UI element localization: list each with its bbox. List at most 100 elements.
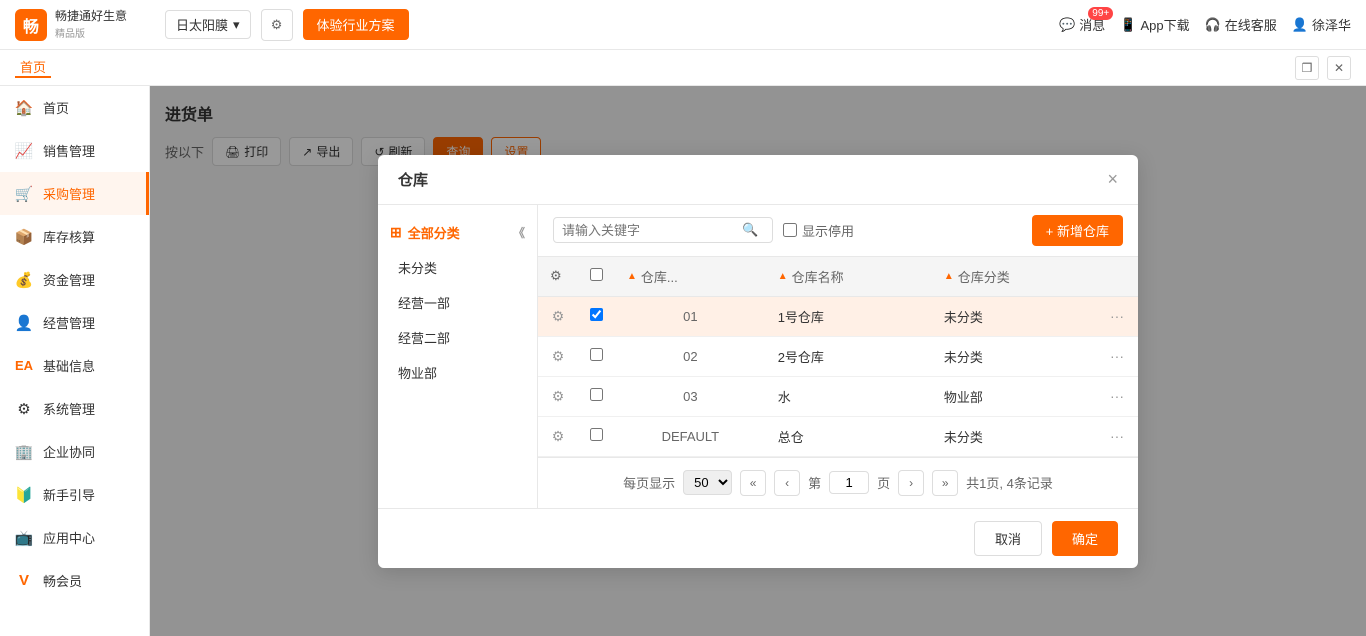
sidebar-label-basics: 基础信息 bbox=[43, 356, 95, 375]
row-checkbox-0[interactable] bbox=[578, 296, 615, 336]
th-gear: ⚙ bbox=[538, 257, 578, 297]
page-number-input[interactable] bbox=[829, 471, 869, 494]
sidebar-item-inventory[interactable]: 📦 库存核算 bbox=[0, 215, 149, 258]
cancel-button[interactable]: 取消 bbox=[974, 521, 1042, 556]
all-category-label: 全部分类 bbox=[408, 223, 460, 242]
notification-badge: 99+ bbox=[1088, 7, 1113, 20]
search-input[interactable] bbox=[562, 223, 742, 238]
confirm-button[interactable]: 确定 bbox=[1052, 521, 1118, 556]
prev-page-button[interactable]: ‹ bbox=[774, 470, 800, 496]
sub-nav: 首页 ❒ ✕ bbox=[0, 50, 1366, 86]
add-warehouse-button[interactable]: + 新增仓库 bbox=[1032, 215, 1123, 246]
trial-button[interactable]: 体验行业方案 bbox=[303, 9, 409, 40]
row-checkbox-1[interactable] bbox=[578, 336, 615, 376]
sub-nav-home[interactable]: 首页 bbox=[15, 57, 51, 78]
total-records-label: 共1页, 4条记录 bbox=[966, 473, 1053, 492]
row-category-0: 未分类 bbox=[932, 296, 1098, 336]
row-num-3: DEFAULT bbox=[615, 416, 766, 456]
next-page-button[interactable]: › bbox=[898, 470, 924, 496]
last-page-button[interactable]: » bbox=[932, 470, 958, 496]
logo-text: 畅捷通好生意 bbox=[55, 9, 127, 25]
enterprise-icon: 🏢 bbox=[15, 443, 33, 461]
row-more-3[interactable]: ··· bbox=[1098, 416, 1138, 456]
sidebar-label-purchase: 采购管理 bbox=[43, 184, 95, 203]
sidebar-item-member[interactable]: V 畅会员 bbox=[0, 559, 149, 602]
search-icon[interactable]: 🔍 bbox=[742, 222, 758, 238]
sort-icon-name: ▲ bbox=[778, 271, 788, 282]
sidebar-item-sales[interactable]: 📈 销售管理 bbox=[0, 129, 149, 172]
sidebar-item-home[interactable]: 🏠 首页 bbox=[0, 86, 149, 129]
warehouse-modal: 仓库 × ⊞ 全部分类 《 未分类 经营一部 经营二部 bbox=[378, 155, 1138, 568]
sidebar-item-operations[interactable]: 👤 经营管理 bbox=[0, 301, 149, 344]
modal-close-button[interactable]: × bbox=[1107, 169, 1118, 190]
sidebar-label-enterprise: 企业协同 bbox=[43, 442, 95, 461]
category-unclassified[interactable]: 未分类 bbox=[378, 250, 537, 285]
row-checkbox-3[interactable] bbox=[578, 416, 615, 456]
th-category: ▲ 仓库分类 bbox=[932, 257, 1098, 297]
category-ops2[interactable]: 经营二部 bbox=[378, 320, 537, 355]
close-button[interactable]: ✕ bbox=[1327, 56, 1351, 80]
store-selector[interactable]: 日太阳膜 ▾ bbox=[165, 10, 251, 39]
app-download-button[interactable]: 📱 App下载 bbox=[1120, 15, 1189, 34]
sidebar-item-purchase[interactable]: 🛒 采购管理 bbox=[0, 172, 149, 215]
purchase-icon: 🛒 bbox=[15, 185, 33, 203]
sidebar-label-member: 畅会员 bbox=[43, 571, 82, 590]
show-disabled-label: 显示停用 bbox=[802, 221, 854, 240]
page-size-label: 每页显示 bbox=[623, 473, 675, 492]
table-row[interactable]: ⚙ DEFAULT 总仓 未分类 ··· bbox=[538, 416, 1138, 456]
all-category-header[interactable]: ⊞ 全部分类 《 bbox=[378, 215, 537, 250]
sidebar-item-enterprise[interactable]: 🏢 企业协同 bbox=[0, 430, 149, 473]
settings-button[interactable]: ⚙ bbox=[261, 9, 293, 41]
row-gear-3[interactable]: ⚙ bbox=[538, 416, 578, 456]
header-middle: 日太阳膜 ▾ ⚙ 体验行业方案 bbox=[165, 9, 1059, 41]
sidebar-item-basics[interactable]: EA 基础信息 bbox=[0, 344, 149, 387]
sidebar-item-system[interactable]: ⚙ 系统管理 bbox=[0, 387, 149, 430]
headset-icon: 🎧 bbox=[1205, 17, 1221, 33]
modal-title: 仓库 bbox=[398, 169, 428, 190]
row-gear-0[interactable]: ⚙ bbox=[538, 296, 578, 336]
sidebar-item-app-center[interactable]: 📺 应用中心 bbox=[0, 516, 149, 559]
modal-footer: 取消 确定 bbox=[378, 508, 1138, 568]
table-header-row: ⚙ ▲ 仓库... bbox=[538, 257, 1138, 297]
page-size-select[interactable]: 50 bbox=[683, 470, 732, 495]
table-row[interactable]: ⚙ 02 2号仓库 未分类 ··· bbox=[538, 336, 1138, 376]
row-num-2: 03 bbox=[615, 376, 766, 416]
row-gear-1[interactable]: ⚙ bbox=[538, 336, 578, 376]
th-name: ▲ 仓库名称 bbox=[766, 257, 932, 297]
row-category-3: 未分类 bbox=[932, 416, 1098, 456]
row-category-2: 物业部 bbox=[932, 376, 1098, 416]
page-end-label: 页 bbox=[877, 473, 890, 492]
messages-button[interactable]: 💬 消息 99+ bbox=[1059, 15, 1105, 34]
show-disabled-checkbox[interactable] bbox=[783, 223, 797, 237]
select-all-checkbox[interactable] bbox=[590, 268, 603, 281]
modal-header: 仓库 × bbox=[378, 155, 1138, 205]
th-actions bbox=[1098, 257, 1138, 297]
first-page-button[interactable]: « bbox=[740, 470, 766, 496]
table-row[interactable]: ⚙ 01 1号仓库 未分类 ··· bbox=[538, 296, 1138, 336]
operations-icon: 👤 bbox=[15, 314, 33, 332]
collapse-button[interactable]: 《 bbox=[513, 224, 525, 241]
row-gear-2[interactable]: ⚙ bbox=[538, 376, 578, 416]
sidebar-item-guide[interactable]: 🔰 新手引导 bbox=[0, 473, 149, 516]
restore-button[interactable]: ❒ bbox=[1295, 56, 1319, 80]
gear-header-icon[interactable]: ⚙ bbox=[550, 268, 562, 283]
sort-icon-code: ▲ bbox=[627, 271, 637, 282]
row-name-0: 1号仓库 bbox=[766, 296, 932, 336]
table-row[interactable]: ⚙ 03 水 物业部 ··· bbox=[538, 376, 1138, 416]
online-service-button[interactable]: 🎧 在线客服 bbox=[1205, 15, 1277, 34]
sidebar-item-finance[interactable]: 💰 资金管理 bbox=[0, 258, 149, 301]
row-checkbox-2[interactable] bbox=[578, 376, 615, 416]
row-name-2: 水 bbox=[766, 376, 932, 416]
sidebar-label-guide: 新手引导 bbox=[43, 485, 95, 504]
user-menu[interactable]: 👤 徐泽华 bbox=[1292, 15, 1351, 34]
row-more-1[interactable]: ··· bbox=[1098, 336, 1138, 376]
category-property[interactable]: 物业部 bbox=[378, 355, 537, 390]
show-disabled-area: 显示停用 bbox=[783, 221, 854, 240]
row-more-2[interactable]: ··· bbox=[1098, 376, 1138, 416]
row-more-0[interactable]: ··· bbox=[1098, 296, 1138, 336]
home-icon: 🏠 bbox=[15, 99, 33, 117]
category-ops1[interactable]: 经营一部 bbox=[378, 285, 537, 320]
row-num-0: 01 bbox=[615, 296, 766, 336]
sidebar: 🏠 首页 📈 销售管理 🛒 采购管理 📦 库存核算 💰 资金管理 👤 经营管理 … bbox=[0, 86, 150, 636]
mobile-icon: 📱 bbox=[1120, 17, 1136, 33]
